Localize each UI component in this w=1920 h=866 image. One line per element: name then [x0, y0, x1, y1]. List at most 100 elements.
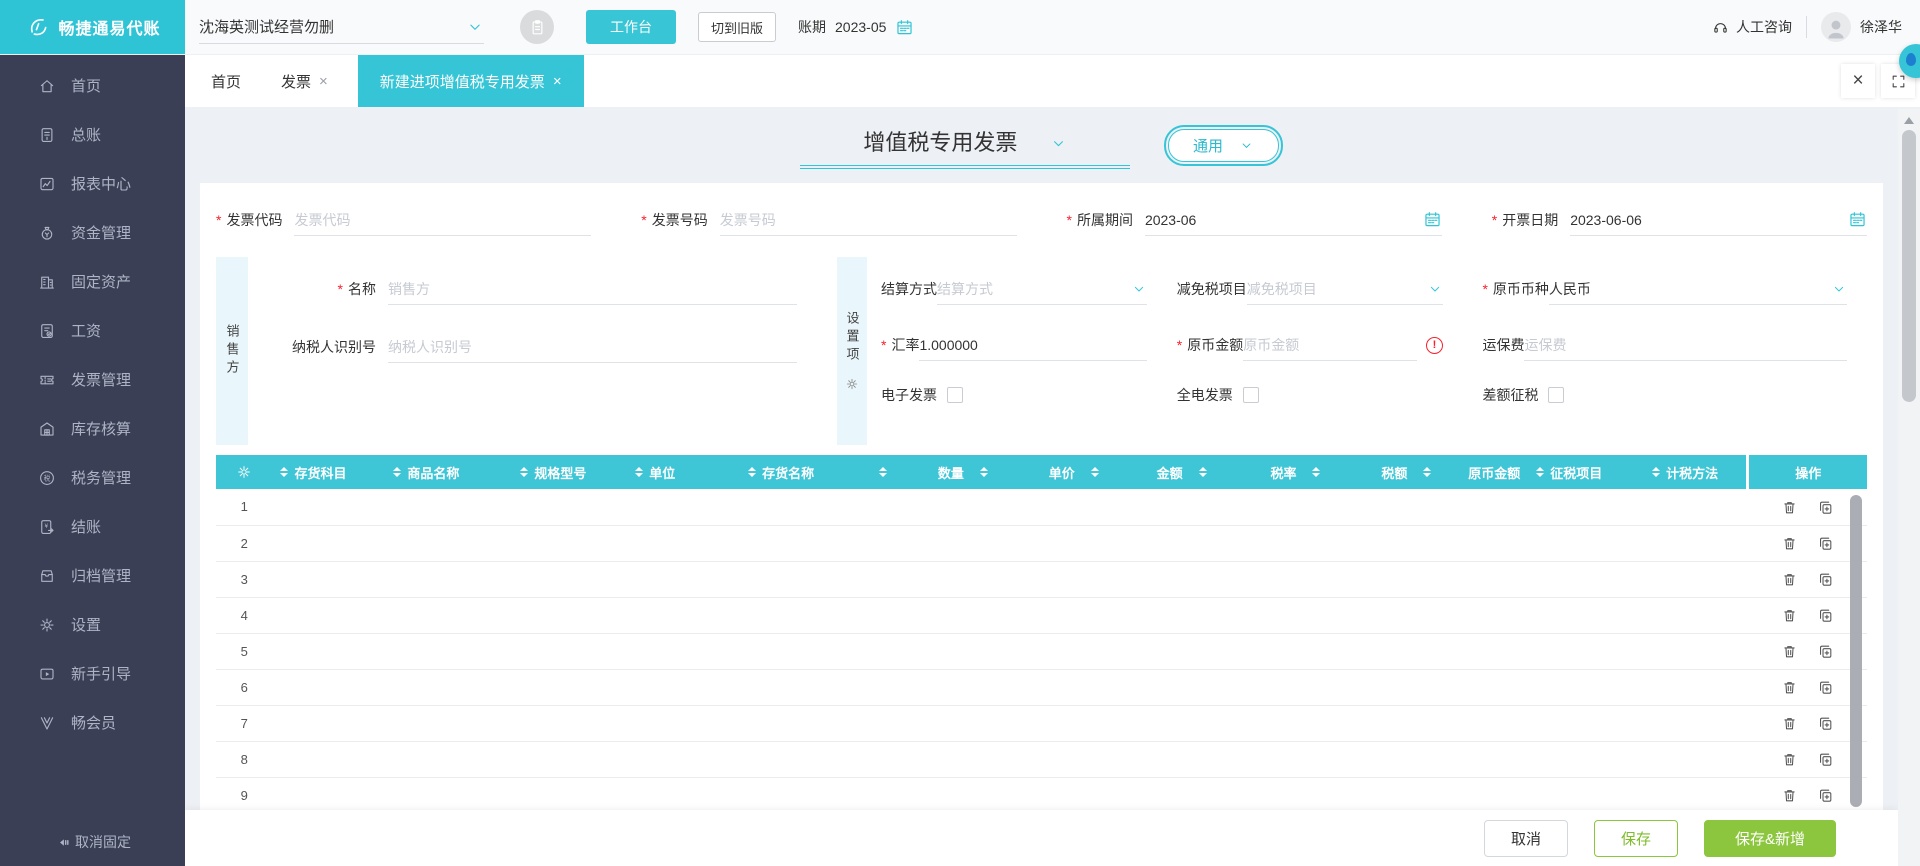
- cell-tax-amount[interactable]: [1304, 489, 1416, 526]
- cell-product-name[interactable]: [385, 777, 513, 810]
- column-header[interactable]: 税额: [1304, 455, 1416, 489]
- exchange-rate-input[interactable]: [919, 336, 1148, 353]
- cell-tax-rate[interactable]: [1190, 705, 1305, 742]
- cell-tax-method[interactable]: [1644, 597, 1748, 634]
- sidebar-item[interactable]: 报表中心: [0, 159, 185, 208]
- column-header[interactable]: 存货科目: [272, 455, 386, 489]
- sort-arrows-icon[interactable]: [1536, 467, 1545, 477]
- column-header[interactable]: 存货名称: [740, 455, 872, 489]
- column-header[interactable]: 金额: [1082, 455, 1191, 489]
- cell-unit[interactable]: [627, 561, 741, 598]
- delete-row-icon[interactable]: [1781, 499, 1798, 516]
- cell-foreign-amount[interactable]: [1415, 705, 1529, 742]
- column-header[interactable]: 数量: [871, 455, 972, 489]
- sort-arrows-icon[interactable]: [280, 467, 289, 477]
- copy-row-icon[interactable]: [1817, 607, 1834, 624]
- column-header[interactable]: 规格型号: [512, 455, 628, 489]
- cell-amount[interactable]: [1082, 597, 1191, 634]
- sidebar-item[interactable]: 新手引导: [0, 649, 185, 698]
- cell-tax-item[interactable]: [1528, 561, 1645, 598]
- e-invoice-checkbox[interactable]: [947, 387, 963, 403]
- cell-tax-method[interactable]: [1644, 633, 1748, 670]
- cell-spec-model[interactable]: [512, 777, 628, 810]
- cell-tax-amount[interactable]: [1304, 525, 1416, 562]
- cell-inventory-name[interactable]: [740, 561, 872, 598]
- sort-arrows-icon[interactable]: [1312, 467, 1321, 477]
- sort-arrows-icon[interactable]: [1090, 467, 1099, 477]
- scroll-up-arrow-icon[interactable]: [1904, 117, 1914, 124]
- invoice-date-input[interactable]: [1570, 211, 1842, 228]
- sidebar-item[interactable]: 税务管理: [0, 453, 185, 502]
- chevron-down-icon[interactable]: [1831, 281, 1847, 297]
- cancel-button[interactable]: 取消: [1484, 819, 1568, 857]
- cell-inventory-name[interactable]: [740, 741, 872, 778]
- sidebar-item[interactable]: 设置: [0, 600, 185, 649]
- workbench-button[interactable]: 工作台: [586, 10, 676, 44]
- calendar-icon[interactable]: [1848, 210, 1867, 229]
- sort-arrows-icon[interactable]: [520, 467, 529, 477]
- delete-row-icon[interactable]: [1781, 571, 1798, 588]
- cell-tax-item[interactable]: [1528, 777, 1645, 810]
- sidebar-item[interactable]: 首页: [0, 61, 185, 110]
- sort-arrows-icon[interactable]: [748, 467, 757, 477]
- cell-foreign-amount[interactable]: [1415, 741, 1529, 778]
- delete-row-icon[interactable]: [1781, 643, 1798, 660]
- tab-invoice[interactable]: 发票 ×: [267, 55, 342, 107]
- cell-amount[interactable]: [1082, 777, 1191, 810]
- invoice-type-title[interactable]: 增值税专用发票: [799, 125, 1130, 169]
- cell-tax-rate[interactable]: [1190, 741, 1305, 778]
- cell-spec-model[interactable]: [512, 669, 628, 706]
- copy-row-icon[interactable]: [1817, 499, 1834, 516]
- cell-tax-item[interactable]: [1528, 597, 1645, 634]
- foreign-amount-input[interactable]: [1243, 336, 1418, 353]
- copy-row-icon[interactable]: [1817, 787, 1834, 804]
- currency-select[interactable]: [1548, 280, 1826, 297]
- cell-unit[interactable]: [627, 705, 741, 742]
- invoice-category-selector[interactable]: 通用: [1163, 124, 1283, 166]
- chevron-down-icon[interactable]: [1131, 281, 1147, 297]
- sidebar-item[interactable]: 归档管理: [0, 551, 185, 600]
- copy-row-icon[interactable]: [1817, 715, 1834, 732]
- cell-inventory-account[interactable]: [272, 633, 386, 670]
- calendar-icon[interactable]: [1423, 210, 1442, 229]
- cell-foreign-amount[interactable]: [1415, 597, 1529, 634]
- column-header[interactable]: 税率: [1190, 455, 1305, 489]
- sort-arrows-icon[interactable]: [1423, 467, 1432, 477]
- sort-arrows-icon[interactable]: [393, 467, 402, 477]
- cell-spec-model[interactable]: [512, 705, 628, 742]
- cell-tax-method[interactable]: [1644, 561, 1748, 598]
- cell-tax-rate[interactable]: [1190, 777, 1305, 810]
- save-and-new-button[interactable]: 保存&新增: [1704, 819, 1836, 857]
- cell-product-name[interactable]: [385, 705, 513, 742]
- cell-quantity[interactable]: [871, 633, 972, 670]
- table-row[interactable]: 6: [216, 669, 1867, 706]
- cell-quantity[interactable]: [871, 741, 972, 778]
- cell-amount[interactable]: [1082, 741, 1191, 778]
- cell-unit-price[interactable]: [971, 633, 1083, 670]
- cell-inventory-name[interactable]: [740, 489, 872, 526]
- delete-row-icon[interactable]: [1781, 535, 1798, 552]
- sidebar-item[interactable]: 畅会员: [0, 698, 185, 747]
- cell-inventory-name[interactable]: [740, 777, 872, 810]
- cell-foreign-amount[interactable]: [1415, 525, 1529, 562]
- sort-arrows-icon[interactable]: [979, 467, 988, 477]
- cell-unit-price[interactable]: [971, 525, 1083, 562]
- cell-unit-price[interactable]: [971, 705, 1083, 742]
- cell-tax-rate[interactable]: [1190, 633, 1305, 670]
- cell-tax-method[interactable]: [1644, 741, 1748, 778]
- calendar-icon[interactable]: [895, 18, 914, 37]
- column-header[interactable]: 原币金额: [1415, 455, 1529, 489]
- invoice-code-input[interactable]: [294, 211, 592, 228]
- cell-tax-rate[interactable]: [1190, 561, 1305, 598]
- copy-row-icon[interactable]: [1817, 751, 1834, 768]
- cell-unit[interactable]: [627, 489, 741, 526]
- cell-unit-price[interactable]: [971, 597, 1083, 634]
- cell-spec-model[interactable]: [512, 525, 628, 562]
- cell-quantity[interactable]: [871, 489, 972, 526]
- cell-inventory-account[interactable]: [272, 597, 386, 634]
- cell-unit[interactable]: [627, 777, 741, 810]
- user-menu[interactable]: 徐泽华: [1821, 12, 1902, 42]
- cell-amount[interactable]: [1082, 705, 1191, 742]
- table-row[interactable]: 9: [216, 777, 1867, 810]
- copy-row-icon[interactable]: [1817, 571, 1834, 588]
